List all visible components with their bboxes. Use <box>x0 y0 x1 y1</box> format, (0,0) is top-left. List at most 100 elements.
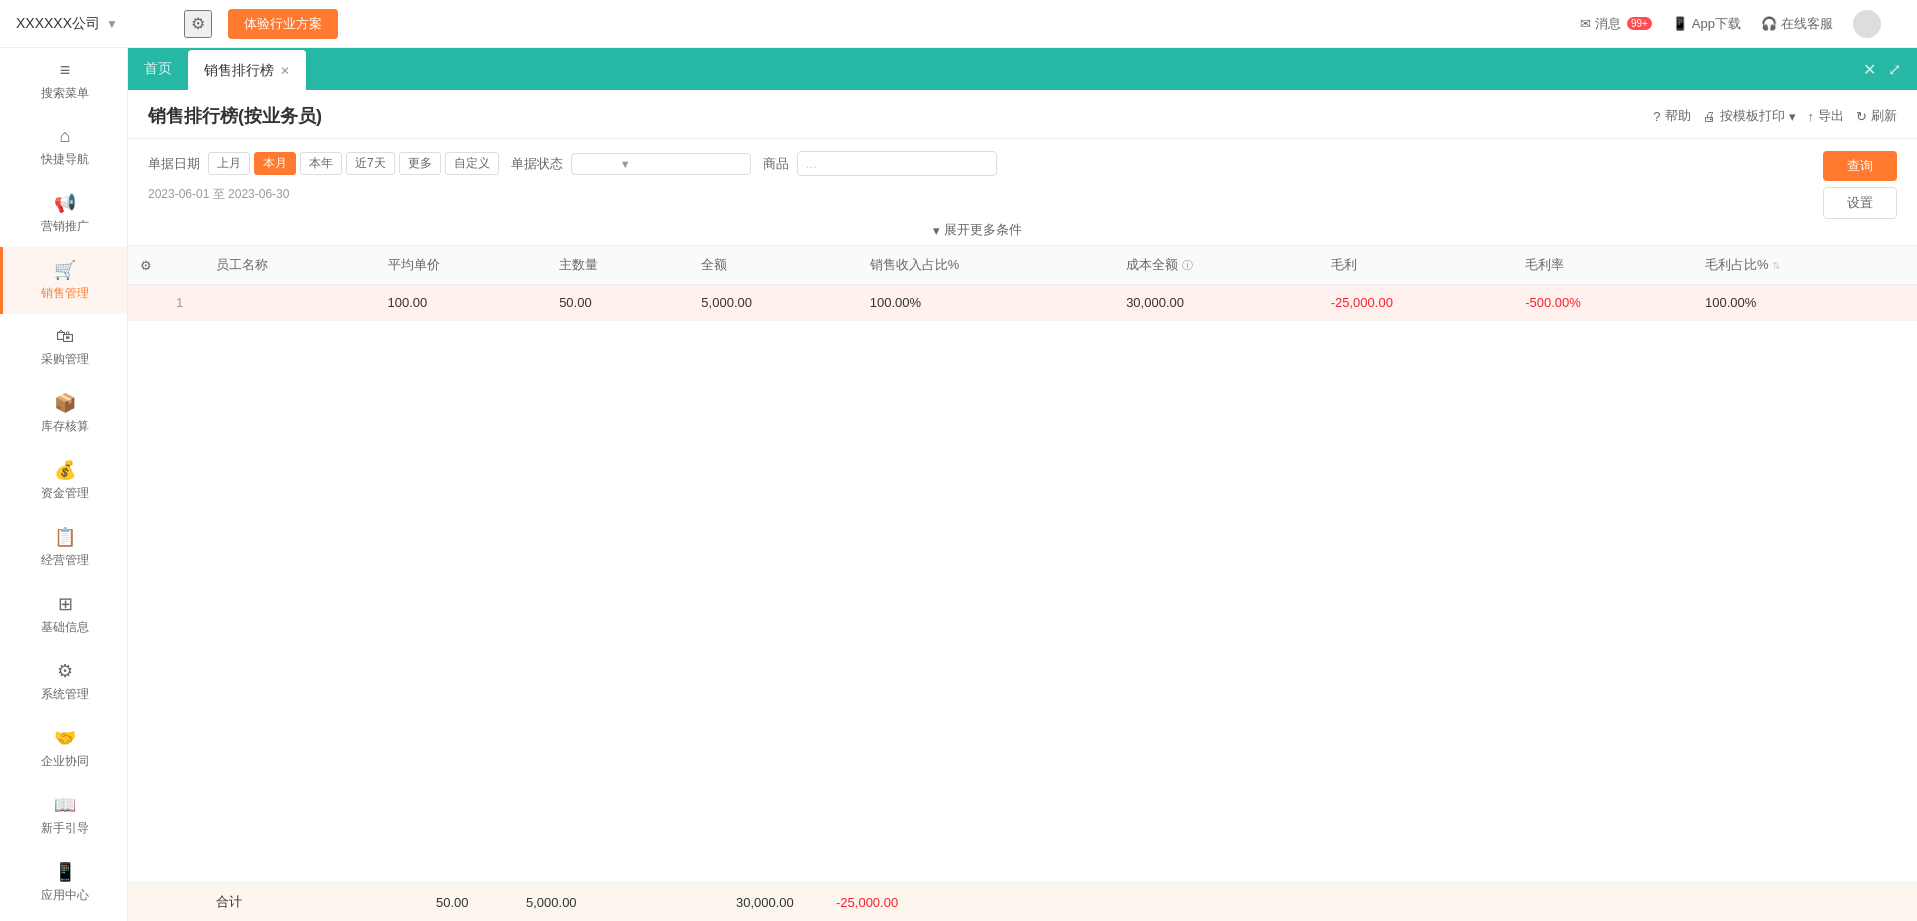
sidebar-item-purchase[interactable]: 🛍 采购管理 <box>0 314 127 380</box>
content-area: 首页 销售排行榜 ✕ ✕ ⤢ 销售排行榜(按业务员) ? <box>128 48 1917 921</box>
goods-input[interactable]: ... <box>797 151 997 176</box>
print-icon: 🖨 <box>1703 109 1716 124</box>
trial-button[interactable]: 体验行业方案 <box>228 9 338 39</box>
col-profit-pct: 毛利占比% ⇅ <box>1693 246 1917 285</box>
page-header: 销售排行榜(按业务员) ? 帮助 🖨 按模板打印 ▾ ↑ <box>128 90 1917 139</box>
basic-icon: ⊞ <box>58 593 73 615</box>
sidebar-item-guide[interactable]: 📖 新手引导 <box>0 782 127 849</box>
cell-sales-pct: 100.00% <box>858 285 1114 321</box>
sidebar-item-wechat[interactable]: 💬 企业微信 <box>0 916 127 921</box>
close-window-icon[interactable]: ✕ <box>1863 60 1876 79</box>
sidebar-label-inventory: 库存核算 <box>41 418 89 435</box>
sidebar-item-basic[interactable]: ⊞ 基础信息 <box>0 581 127 648</box>
footer-amount: 5,000.00 <box>526 895 626 910</box>
online-service-btn[interactable]: 🎧 在线客服 <box>1761 15 1833 33</box>
col-profit-rate: 毛利率 <box>1513 246 1693 285</box>
col-sales-pct: 销售收入占比% <box>858 246 1114 285</box>
query-button[interactable]: 查询 <box>1823 151 1897 181</box>
footer-label: 合计 <box>216 893 336 911</box>
data-table: ⚙ 员工名称 平均单价 主数量 <box>128 246 1917 321</box>
sidebar-item-sales[interactable]: 🛒 销售管理 <box>0 247 127 314</box>
table-row[interactable]: 1 100.00 50.00 5,000.00 100.00% 30,000.0… <box>128 285 1917 321</box>
tab-close-icon[interactable]: ✕ <box>280 64 290 78</box>
cell-profit-rate: -500.00% <box>1513 285 1693 321</box>
help-icon: ? <box>1653 109 1660 124</box>
expand-label: 展开更多条件 <box>944 221 1022 239</box>
date-btn-more[interactable]: 更多 <box>399 152 441 175</box>
col-cost-amount: 成本全额 ⓘ <box>1114 246 1319 285</box>
help-button[interactable]: ? 帮助 <box>1653 107 1690 125</box>
refresh-label: 刷新 <box>1871 107 1897 125</box>
headset-icon: 🎧 <box>1761 16 1777 31</box>
status-label: 单据状态 <box>511 155 563 173</box>
settings-icon-btn[interactable]: ⚙ <box>184 10 212 38</box>
dropdown-icon: ▾ <box>1789 109 1796 124</box>
company-name: XXXXXX公司 <box>16 15 100 33</box>
page-actions: ? 帮助 🖨 按模板打印 ▾ ↑ 导出 ↻ <box>1653 107 1897 125</box>
operation-icon: 📋 <box>54 526 76 548</box>
sidebar-item-system[interactable]: ⚙ 系统管理 <box>0 648 127 715</box>
company-selector[interactable]: XXXXXX公司 ▼ <box>16 15 176 33</box>
template-print-label: 按模板打印 <box>1720 107 1785 125</box>
page-inner: 销售排行榜(按业务员) ? 帮助 🖨 按模板打印 ▾ ↑ <box>128 90 1917 921</box>
sidebar: ≡ 搜索菜单 ⌂ 快捷导航 📢 营销推广 🛒 销售管理 🛍 采购管理 📦 库存核… <box>0 48 128 921</box>
sidebar-label-guide: 新手引导 <box>41 820 89 837</box>
message-icon: ✉ <box>1580 16 1591 31</box>
date-filter: 单据日期 上月 本月 本年 近7天 更多 自定义 <box>148 152 499 175</box>
col-profit: 毛利 <box>1319 246 1514 285</box>
filter-section: 单据日期 上月 本月 本年 近7天 更多 自定义 <box>128 139 1917 246</box>
date-btn-last-month[interactable]: 上月 <box>208 152 250 175</box>
notification-badge: 99+ <box>1627 17 1652 30</box>
col-name: 员工名称 <box>204 246 376 285</box>
sidebar-label-enterprise: 企业协同 <box>41 753 89 770</box>
export-icon: ↑ <box>1808 109 1815 124</box>
cell-amount: 5,000.00 <box>689 285 857 321</box>
cell-settings <box>128 285 164 321</box>
expand-btn[interactable]: ▾ 展开更多条件 <box>148 221 1807 239</box>
filter-actions: 查询 设置 <box>1823 151 1897 219</box>
date-btn-custom[interactable]: 自定义 <box>445 152 499 175</box>
sidebar-label-marketing: 营销推广 <box>41 218 89 235</box>
status-select[interactable]: ▼ <box>571 153 751 175</box>
table-wrap: ⚙ 员工名称 平均单价 主数量 <box>128 246 1917 882</box>
sidebar-item-quicknav[interactable]: ⌂ 快捷导航 <box>0 114 127 180</box>
sidebar-label-sales: 销售管理 <box>41 285 89 302</box>
page-content: 销售排行榜(按业务员) ? 帮助 🖨 按模板打印 ▾ ↑ <box>128 90 1917 921</box>
sidebar-label-finance: 资金管理 <box>41 485 89 502</box>
tab-window-controls: ✕ ⤢ <box>1847 60 1917 79</box>
cost-info-icon: ⓘ <box>1182 259 1193 271</box>
settings-filter-button[interactable]: 设置 <box>1823 187 1897 219</box>
export-button[interactable]: ↑ 导出 <box>1808 107 1845 125</box>
sidebar-item-apps[interactable]: 📱 应用中心 <box>0 849 127 916</box>
cell-qty: 50.00 <box>547 285 689 321</box>
mobile-icon: 📱 <box>1672 16 1688 31</box>
date-btn-this-month[interactable]: 本月 <box>254 152 296 175</box>
template-print-button[interactable]: 🖨 按模板打印 ▾ <box>1703 107 1796 125</box>
sort-icon: ⇅ <box>1772 260 1780 271</box>
sidebar-item-finance[interactable]: 💰 资金管理 <box>0 447 127 514</box>
footer-cost-amount: 30,000.00 <box>736 895 836 910</box>
maximize-icon[interactable]: ⤢ <box>1888 60 1901 79</box>
chevron-down-icon: ▼ <box>106 17 118 31</box>
tab-sales-ranking[interactable]: 销售排行榜 ✕ <box>188 50 306 92</box>
tab-home[interactable]: 首页 <box>128 48 188 90</box>
col-settings[interactable]: ⚙ <box>128 246 164 285</box>
date-btn-7days[interactable]: 近7天 <box>346 152 395 175</box>
notification-btn[interactable]: ✉ 消息 99+ <box>1580 15 1652 33</box>
refresh-button[interactable]: ↻ 刷新 <box>1856 107 1897 125</box>
enterprise-icon: 🤝 <box>54 727 76 749</box>
sidebar-item-operation[interactable]: 📋 经营管理 <box>0 514 127 581</box>
sidebar-item-inventory[interactable]: 📦 库存核算 <box>0 380 127 447</box>
guide-icon: 📖 <box>54 794 76 816</box>
avatar[interactable] <box>1853 10 1881 38</box>
top-header: XXXXXX公司 ▼ ⚙ 体验行业方案 ✉ 消息 99+ 📱 App下载 🎧 在… <box>0 0 1917 48</box>
sidebar-item-marketing[interactable]: 📢 营销推广 <box>0 180 127 247</box>
date-btn-this-year[interactable]: 本年 <box>300 152 342 175</box>
app-download-btn[interactable]: 📱 App下载 <box>1672 15 1741 33</box>
sidebar-item-enterprise[interactable]: 🤝 企业协同 <box>0 715 127 782</box>
finance-icon: 💰 <box>54 459 76 481</box>
col-amount: 全额 <box>689 246 857 285</box>
col-avg-price: 平均单价 <box>376 246 548 285</box>
refresh-icon: ↻ <box>1856 109 1867 124</box>
sidebar-item-search[interactable]: ≡ 搜索菜单 <box>0 48 127 114</box>
